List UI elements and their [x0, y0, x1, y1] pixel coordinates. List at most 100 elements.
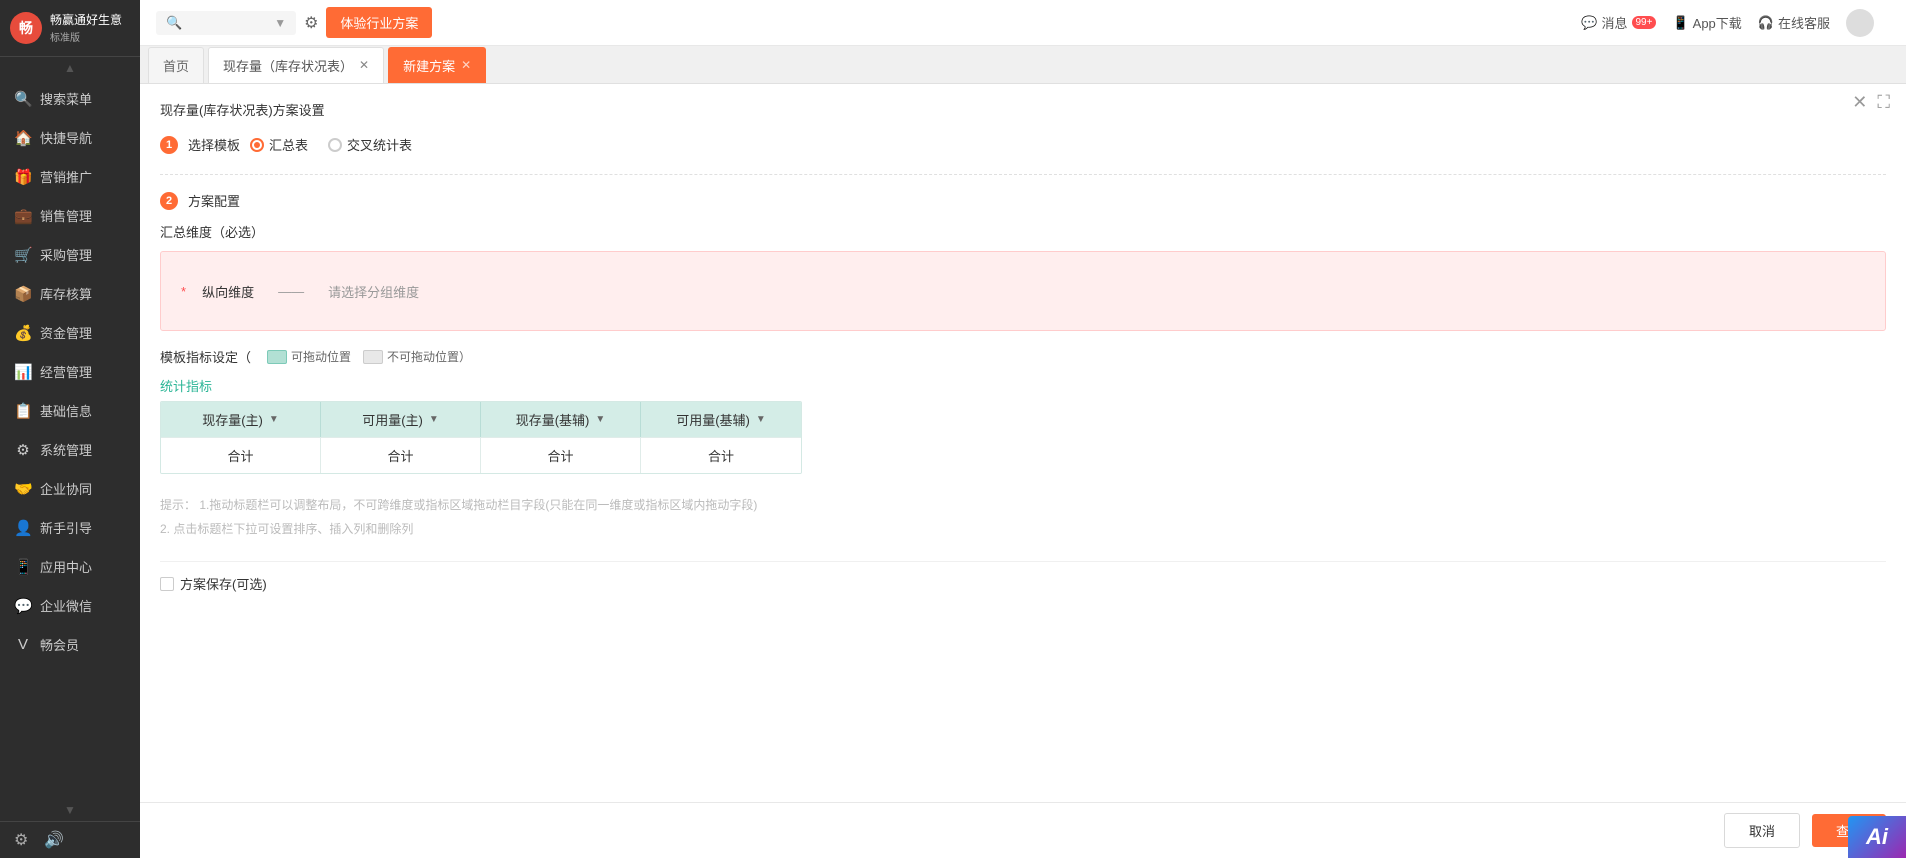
dim-placeholder: 请选择分组维度	[328, 282, 419, 301]
radio-cross-label: 交叉统计表	[347, 135, 412, 154]
save-checkbox[interactable]	[160, 577, 174, 591]
tabbar: 首页 现存量（库存状况表） ✕ 新建方案 ✕	[140, 46, 1906, 84]
dim-config-area[interactable]: * 纵向维度 —— 请选择分组维度	[160, 251, 1886, 331]
stats-data-0: 合计	[161, 437, 321, 473]
radio-cross-btn[interactable]	[328, 138, 342, 152]
online-service-button[interactable]: 🎧 在线客服	[1758, 13, 1830, 32]
sidebar-item-label: 营销推广	[40, 167, 92, 186]
col3-dropdown-icon[interactable]: ▼	[756, 414, 766, 425]
ai-badge: Ai	[1848, 816, 1906, 858]
tab-home[interactable]: 首页	[148, 47, 204, 83]
stats-data-row: 合计 合计 合计 合计	[161, 437, 801, 473]
main-area: 🔍 ▼ ⚙ 体验行业方案 💬 消息 99+ 📱 App下载 🎧 在线客服	[140, 0, 1906, 858]
tab-inventory-status[interactable]: 现存量（库存状况表） ✕	[208, 47, 384, 83]
stats-col3-header: 可用量(基辅)	[676, 410, 750, 429]
messages-label: 消息	[1601, 13, 1627, 32]
online-service-label: 在线客服	[1778, 13, 1830, 32]
search-icon: 🔍	[14, 90, 32, 108]
app-download-button[interactable]: 📱 App下载	[1672, 13, 1741, 32]
col1-dropdown-icon[interactable]: ▼	[429, 414, 439, 425]
headset-icon: 🎧	[1758, 15, 1774, 31]
sidebar-item-finance[interactable]: 💰 资金管理	[0, 313, 140, 352]
topbar: 🔍 ▼ ⚙ 体验行业方案 💬 消息 99+ 📱 App下载 🎧 在线客服	[140, 0, 1906, 46]
dim-vertical-label: 纵向维度	[202, 282, 254, 301]
sidebar-item-label: 库存核算	[40, 284, 92, 303]
cancel-button[interactable]: 取消	[1724, 813, 1800, 848]
radio-cross[interactable]: 交叉统计表	[328, 135, 412, 154]
step2-title: 方案配置	[188, 191, 240, 210]
step2-section: 2 方案配置 汇总维度（必选） * 纵向维度 —— 请选择分组维度 模板指标设定…	[160, 191, 1886, 541]
save-option-label: 方案保存(可选)	[180, 574, 267, 593]
stats-header-2[interactable]: 现存量(基辅) ▼	[481, 402, 641, 437]
sidebar-item-quick-nav[interactable]: 🏠 快捷导航	[0, 118, 140, 157]
indicator-label-text: 模板指标设定（	[160, 347, 251, 366]
step2-badge: 2	[160, 192, 178, 210]
tab-new-plan-label: 新建方案	[403, 56, 455, 75]
stats-title: 统计指标	[160, 376, 1886, 395]
stats-header-0[interactable]: 现存量(主) ▼	[161, 402, 321, 437]
sidebar-logo: 畅 畅赢通好生意 标准版	[0, 0, 140, 57]
sidebar-scroll-up[interactable]: ▲	[0, 57, 140, 79]
stats-header-1[interactable]: 可用量(主) ▼	[321, 402, 481, 437]
stats-header-3[interactable]: 可用量(基辅) ▼	[641, 402, 801, 437]
tab-new-plan-close[interactable]: ✕	[461, 58, 471, 72]
tab-inventory-status-close[interactable]: ✕	[359, 58, 369, 72]
sidebar-item-search[interactable]: 🔍 搜索菜单	[0, 79, 140, 118]
sidebar-item-new-guide[interactable]: 👤 新手引导	[0, 508, 140, 547]
step1-badge: 1	[160, 136, 178, 154]
topbar-gear-icon[interactable]: ⚙	[304, 13, 318, 33]
search-input[interactable]	[188, 16, 268, 30]
tab-new-plan[interactable]: 新建方案 ✕	[388, 47, 486, 83]
trial-button[interactable]: 体验行业方案	[326, 7, 432, 38]
radio-summary[interactable]: 汇总表	[250, 135, 308, 154]
user-avatar[interactable]	[1846, 9, 1874, 37]
sidebar-item-sales[interactable]: 💼 销售管理	[0, 196, 140, 235]
search-dropdown-icon[interactable]: ▼	[274, 16, 286, 30]
radio-summary-btn[interactable]	[250, 138, 264, 152]
sidebar-item-basic-info[interactable]: 📋 基础信息	[0, 391, 140, 430]
sidebar-scroll-down[interactable]: ▼	[0, 799, 140, 821]
legend-non-draggable: 不可拖动位置）	[363, 348, 471, 365]
box-icon: 📦	[14, 285, 32, 303]
sidebar-item-wechat[interactable]: 💬 企业微信	[0, 586, 140, 625]
step1-header: 1 选择模板 汇总表 交叉统计表	[160, 135, 1886, 154]
app-logo-icon: 畅	[10, 12, 42, 44]
col0-dropdown-icon[interactable]: ▼	[269, 414, 279, 425]
tip-1: 提示： 1.拖动标题栏可以调整布局，不可跨维度或指标区域拖动栏目字段(只能在同一…	[160, 493, 1886, 517]
save-option: 方案保存(可选)	[160, 561, 1886, 593]
sidebar-item-app-center[interactable]: 📱 应用中心	[0, 547, 140, 586]
tab-home-label: 首页	[163, 56, 189, 75]
sidebar-item-label: 企业协同	[40, 479, 92, 498]
message-icon: 💬	[1581, 15, 1597, 31]
radio-summary-label: 汇总表	[269, 135, 308, 154]
volume-icon[interactable]: 🔊	[44, 830, 64, 850]
close-panel-icon[interactable]: ✕	[1852, 92, 1867, 113]
legend-non-draggable-label: 不可拖动位置）	[387, 348, 471, 365]
indicator-label: 模板指标设定（ 可拖动位置 不可拖动位置）	[160, 347, 1886, 366]
legend-draggable-label: 可拖动位置	[291, 348, 351, 365]
briefcase-icon: 💼	[14, 207, 32, 225]
sidebar-item-vip[interactable]: V 畅会员	[0, 625, 140, 664]
legend-non-draggable-box	[363, 350, 383, 364]
sidebar-item-enterprise[interactable]: 🤝 企业协同	[0, 469, 140, 508]
col2-dropdown-icon[interactable]: ▼	[595, 414, 605, 425]
handshake-icon: 🤝	[14, 480, 32, 498]
clipboard-icon: 📋	[14, 402, 32, 420]
stats-col2-summary: 合计	[547, 446, 573, 465]
stats-data-2: 合计	[481, 437, 641, 473]
sidebar-item-inventory[interactable]: 📦 库存核算	[0, 274, 140, 313]
dim-dash: ——	[278, 284, 304, 299]
sidebar-item-purchase[interactable]: 🛒 采购管理	[0, 235, 140, 274]
sidebar-item-label: 采购管理	[40, 245, 92, 264]
messages-button[interactable]: 💬 消息 99+	[1581, 13, 1656, 32]
settings-icon[interactable]: ⚙	[14, 830, 28, 850]
sidebar-item-system[interactable]: ⚙ 系统管理	[0, 430, 140, 469]
sidebar-item-label: 快捷导航	[40, 128, 92, 147]
sidebar-item-marketing[interactable]: 🎁 营销推广	[0, 157, 140, 196]
topbar-search-area[interactable]: 🔍 ▼	[156, 11, 296, 35]
sidebar-item-operation[interactable]: 📊 经营管理	[0, 352, 140, 391]
expand-panel-icon[interactable]: ⛶	[1877, 92, 1890, 113]
bottom-bar: 取消 查询	[140, 802, 1906, 858]
stats-header-row: 现存量(主) ▼ 可用量(主) ▼ 现存量(基辅) ▼	[161, 402, 801, 437]
chat-icon: 💬	[14, 597, 32, 615]
